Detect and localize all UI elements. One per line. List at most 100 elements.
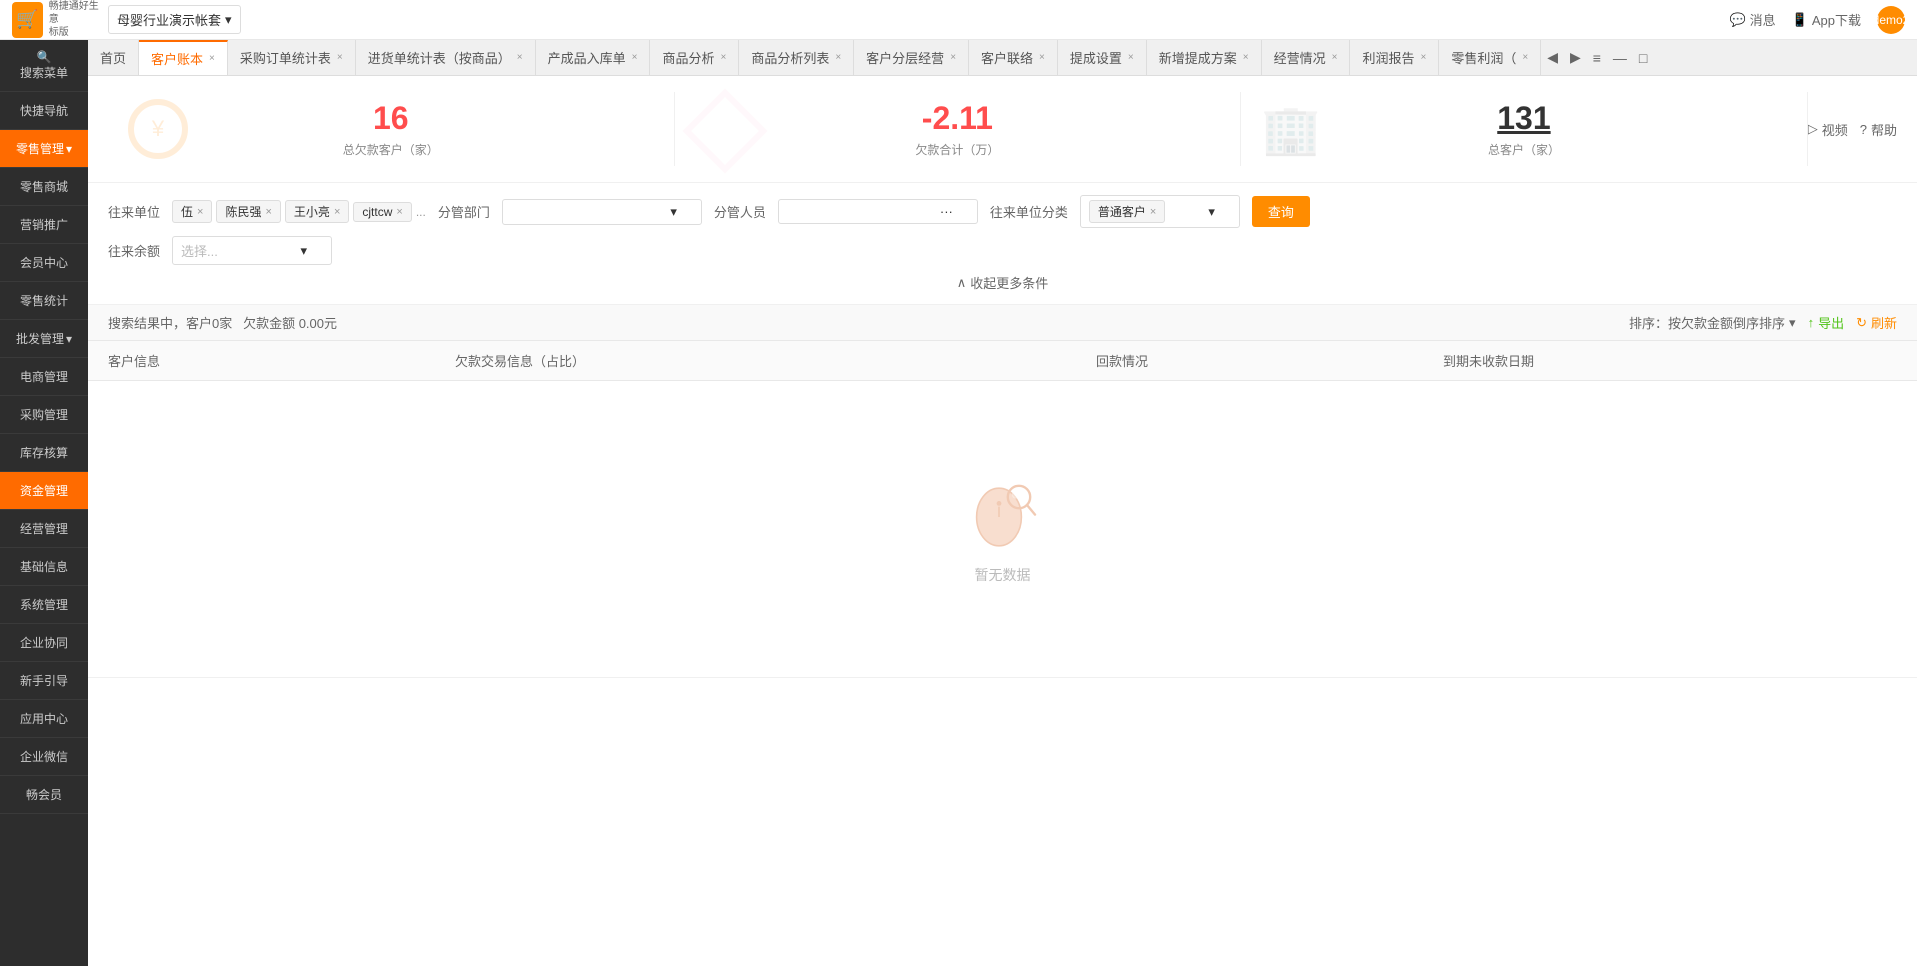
tab-account[interactable]: 客户账本 × bbox=[139, 40, 228, 76]
tab-close-account[interactable]: × bbox=[209, 53, 215, 64]
tag-close-chen[interactable]: × bbox=[265, 206, 271, 218]
header-right: 💬 消息 📱 App下载 demo2 bbox=[1729, 6, 1905, 34]
sidebar-item-enterprise[interactable]: 企业协同 bbox=[0, 624, 88, 662]
sidebar-item-wholesale[interactable]: 批发管理 ▾ bbox=[0, 320, 88, 358]
sidebar-item-inventory[interactable]: 库存核算 bbox=[0, 434, 88, 472]
sidebar-item-wechat[interactable]: 企业微信 bbox=[0, 738, 88, 776]
help-link[interactable]: ? 帮助 bbox=[1860, 120, 1897, 139]
main-layout: 🔍 搜索菜单 快捷导航 零售管理 ▾ 零售商城 营销推广 会员中心 零售统计 批… bbox=[0, 40, 1917, 966]
tab-maximize-btn[interactable]: □ bbox=[1633, 40, 1653, 76]
tab-close-business-status[interactable]: × bbox=[1332, 52, 1338, 63]
balance-filter-select[interactable]: 选择... ▾ bbox=[172, 236, 332, 265]
sidebar-item-appstore[interactable]: 应用中心 bbox=[0, 700, 88, 738]
tag-normal-customer: 普通客户 × bbox=[1089, 200, 1165, 223]
tab-home[interactable]: 首页 bbox=[88, 40, 139, 76]
unit-type-filter-select[interactable]: 普通客户 × ▾ bbox=[1080, 195, 1240, 228]
tab-profit-report[interactable]: 利润报告 × bbox=[1350, 40, 1439, 76]
tab-stock-stats[interactable]: 进货单统计表（按商品） × bbox=[356, 40, 536, 76]
chevron-down-icon: ▾ bbox=[225, 12, 232, 28]
suite-selector[interactable]: 母婴行业演示帐套 ▾ bbox=[108, 5, 241, 34]
sidebar-item-finance[interactable]: 资金管理 bbox=[0, 472, 88, 510]
tab-business-status[interactable]: 经营情况 × bbox=[1262, 40, 1351, 76]
sidebar-item-ecommerce[interactable]: 电商管理 bbox=[0, 358, 88, 396]
tab-close-customer-connect[interactable]: × bbox=[1039, 52, 1045, 63]
tab-close-profit-report[interactable]: × bbox=[1420, 52, 1426, 63]
tab-close-promotion-settings[interactable]: × bbox=[1128, 52, 1134, 63]
tab-close-customer-tier[interactable]: × bbox=[950, 52, 956, 63]
tab-customer-connect[interactable]: 客户联络 × bbox=[969, 40, 1058, 76]
sidebar-item-system[interactable]: 系统管理 bbox=[0, 586, 88, 624]
sidebar-item-retail[interactable]: 零售管理 ▾ bbox=[0, 130, 88, 168]
video-link[interactable]: ▷ 视频 bbox=[1808, 120, 1848, 139]
col-debt-info: 欠款交易信息（占比） bbox=[435, 341, 1076, 381]
sidebar-item-marketing[interactable]: 营销推广 bbox=[0, 206, 88, 244]
search-button[interactable]: 查询 bbox=[1252, 196, 1310, 227]
tab-promotion-settings[interactable]: 提成设置 × bbox=[1058, 40, 1147, 76]
tab-close-retail-profit[interactable]: × bbox=[1522, 52, 1528, 63]
refresh-button[interactable]: ↻ 刷新 bbox=[1856, 313, 1897, 332]
collapse-icon: ∧ bbox=[957, 275, 967, 291]
tab-close-purchase-order[interactable]: × bbox=[337, 52, 343, 63]
message-action[interactable]: 💬 消息 bbox=[1729, 10, 1775, 29]
sidebar-item-purchase[interactable]: 采购管理 bbox=[0, 396, 88, 434]
tab-close-stock-stats[interactable]: × bbox=[517, 52, 523, 63]
logo-text: 畅捷通好生意 标版 bbox=[49, 0, 100, 39]
export-icon: ↑ bbox=[1808, 315, 1815, 330]
tag-chen: 陈民强 × bbox=[216, 200, 280, 223]
tab-prev-btn[interactable]: ◀ bbox=[1541, 40, 1564, 76]
tag-close-wu[interactable]: × bbox=[197, 206, 203, 218]
stat-total-customers: ¥ 16 总欠款客户（家） bbox=[108, 92, 675, 166]
tab-close-goods-analysis[interactable]: × bbox=[720, 52, 726, 63]
empty-icon bbox=[963, 473, 1043, 553]
sidebar-item-quick-nav[interactable]: 快捷导航 bbox=[0, 92, 88, 130]
sidebar-item-retail-stats[interactable]: 零售统计 bbox=[0, 282, 88, 320]
tab-goods-analysis[interactable]: 商品分析 × bbox=[650, 40, 739, 76]
sidebar-item-vip[interactable]: 畅会员 bbox=[0, 776, 88, 814]
sidebar-item-guide[interactable]: 新手引导 bbox=[0, 662, 88, 700]
tab-close-new-promotion[interactable]: × bbox=[1243, 52, 1249, 63]
refresh-icon: ↻ bbox=[1856, 315, 1867, 331]
tab-customer-tier[interactable]: 客户分层经营 × bbox=[854, 40, 969, 76]
sidebar-item-basic[interactable]: 基础信息 bbox=[0, 548, 88, 586]
sidebar-item-retail-store[interactable]: 零售商城 bbox=[0, 168, 88, 206]
more-tags-btn[interactable]: ... bbox=[416, 205, 426, 219]
person-more-icon: ··· bbox=[940, 204, 953, 219]
export-button[interactable]: ↑ 导出 bbox=[1808, 313, 1845, 332]
unit-type-filter-label: 往来单位分类 bbox=[990, 202, 1068, 221]
app-download-action[interactable]: 📱 App下载 bbox=[1792, 10, 1861, 29]
tab-goods-analysis-list[interactable]: 商品分析列表 × bbox=[739, 40, 854, 76]
tab-close-production[interactable]: × bbox=[632, 52, 638, 63]
message-icon: 💬 bbox=[1729, 12, 1745, 28]
tab-production[interactable]: 产成品入库单 × bbox=[536, 40, 651, 76]
filter-row-2: 往来余额 选择... ▾ bbox=[108, 236, 1897, 265]
tab-minimize-btn[interactable]: — bbox=[1607, 40, 1633, 76]
tag-close-wang[interactable]: × bbox=[334, 206, 340, 218]
dept-filter-select[interactable]: ▾ bbox=[502, 199, 702, 225]
col-payment: 回款情况 bbox=[1076, 341, 1423, 381]
tab-new-promotion[interactable]: 新增提成方案 × bbox=[1147, 40, 1262, 76]
logo-icon: 🛒 bbox=[12, 2, 43, 38]
tag-close-normal-customer[interactable]: × bbox=[1150, 206, 1156, 218]
sort-selector[interactable]: 排序：按欠款金额倒序排序 ▾ bbox=[1629, 313, 1796, 332]
sidebar-item-operation[interactable]: 经营管理 bbox=[0, 510, 88, 548]
video-icon: ▷ bbox=[1808, 121, 1818, 137]
tab-purchase-order[interactable]: 采购订单统计表 × bbox=[228, 40, 356, 76]
sidebar-item-member[interactable]: 会员中心 bbox=[0, 244, 88, 282]
tab-retail-profit[interactable]: 零售利润（ × bbox=[1439, 40, 1541, 76]
filter-row-1: 往来单位 伍 × 陈民强 × 王小亮 × bbox=[108, 195, 1897, 228]
tab-next-btn[interactable]: ▶ bbox=[1564, 40, 1587, 76]
results-actions: 排序：按欠款金额倒序排序 ▾ ↑ 导出 ↻ 刷新 bbox=[1629, 313, 1897, 332]
dept-chevron-icon: ▾ bbox=[670, 204, 677, 220]
logo-area: 🛒 畅捷通好生意 标版 bbox=[12, 0, 100, 39]
collapse-button[interactable]: ∧ 收起更多条件 bbox=[108, 273, 1897, 292]
tab-close-goods-analysis-list[interactable]: × bbox=[835, 52, 841, 63]
tag-cj: cjttcw × bbox=[353, 202, 411, 222]
tag-close-cj[interactable]: × bbox=[396, 206, 402, 218]
sidebar-item-search[interactable]: 🔍 搜索菜单 bbox=[0, 40, 88, 92]
avatar[interactable]: demo2 bbox=[1877, 6, 1905, 34]
person-filter-select[interactable]: ··· bbox=[778, 199, 978, 224]
page-content: ¥ 16 总欠款客户（家） -2.11 欠款合计（万） 🏢 131 bbox=[88, 76, 1917, 966]
empty-state: 暂无数据 bbox=[108, 393, 1897, 665]
stat-label-all-customers: 总客户（家） bbox=[1488, 141, 1560, 158]
tab-menu-btn[interactable]: ≡ bbox=[1587, 40, 1607, 76]
